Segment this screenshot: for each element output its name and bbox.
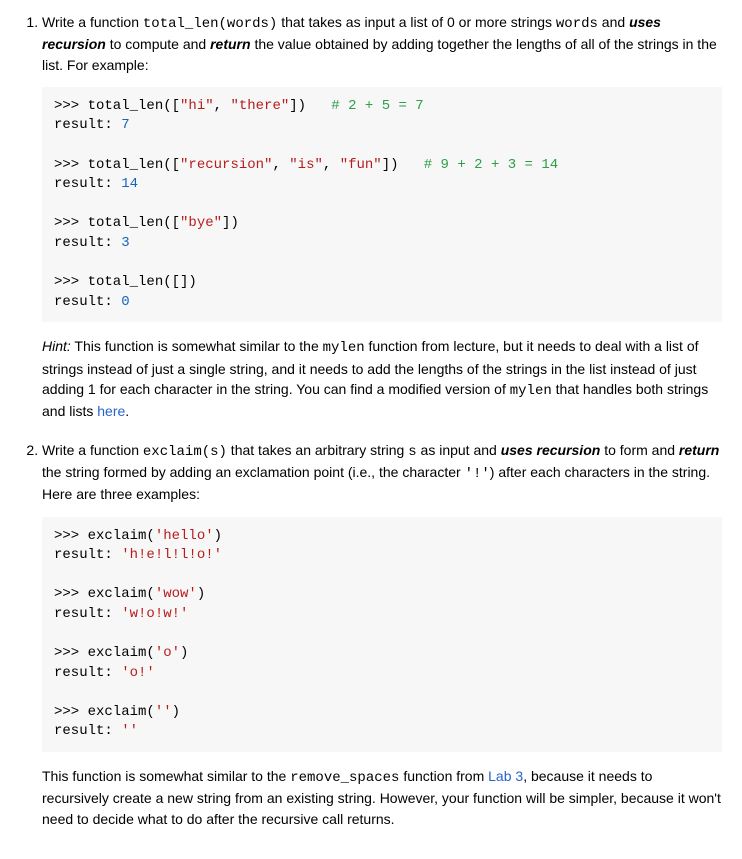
code-text: result: xyxy=(54,606,121,622)
number-literal: 7 xyxy=(121,117,129,133)
fn-signature: total_len(words) xyxy=(143,16,277,32)
question-2: Write a function exclaim(s) that takes a… xyxy=(42,440,722,829)
code-text: , xyxy=(272,157,289,173)
code-text: ]) xyxy=(289,98,306,114)
code-text: >>> exclaim( xyxy=(54,586,155,602)
string-literal: '' xyxy=(155,704,172,720)
text: that takes an arbitrary string xyxy=(227,442,408,458)
q1-intro: Write a function total_len(words) that t… xyxy=(42,12,722,75)
emphasis: return xyxy=(679,442,719,458)
fn-name: remove_spaces xyxy=(290,770,399,786)
question-1: Write a function total_len(words) that t… xyxy=(42,12,722,422)
code-text: result: xyxy=(54,665,121,681)
string-literal: "recursion" xyxy=(180,157,272,173)
code-text: , xyxy=(214,98,231,114)
question-list: Write a function total_len(words) that t… xyxy=(20,12,722,829)
code-text: >>> total_len([ xyxy=(54,157,180,173)
code-text: ) xyxy=(214,528,222,544)
code-text: >>> exclaim( xyxy=(54,528,155,544)
number-literal: 14 xyxy=(121,176,138,192)
q2-code-block: >>> exclaim('hello') result: 'h!e!l!l!o!… xyxy=(42,517,722,753)
text: to form and xyxy=(600,442,679,458)
code-text: ) xyxy=(197,586,205,602)
string-literal: 'hello' xyxy=(155,528,214,544)
text: This function is somewhat similar to the xyxy=(42,768,290,784)
number-literal: 0 xyxy=(121,294,129,310)
code-text: ]) xyxy=(222,215,239,231)
comment: # 2 + 5 = 7 xyxy=(331,98,423,114)
q1-hint: Hint: This function is somewhat similar … xyxy=(42,336,722,421)
code-text: ]) xyxy=(382,157,399,173)
code-text: result: xyxy=(54,176,121,192)
link-here[interactable]: here xyxy=(97,403,125,419)
code-text xyxy=(399,157,424,173)
code-text: >>> exclaim( xyxy=(54,645,155,661)
result-value: 'o!' xyxy=(121,665,155,681)
hint-label: Hint: xyxy=(42,338,71,354)
q2-outro: This function is somewhat similar to the… xyxy=(42,766,722,829)
text: and xyxy=(598,14,629,30)
emphasis: uses recursion xyxy=(501,442,601,458)
text: This function is somewhat similar to the xyxy=(71,338,323,354)
string-literal: 'wow' xyxy=(155,586,197,602)
code-text: result: xyxy=(54,235,121,251)
string-literal: "is" xyxy=(289,157,323,173)
char-literal: '!' xyxy=(465,466,490,482)
fn-name: mylen xyxy=(323,340,365,356)
text: Write a function xyxy=(42,14,143,30)
param-name: words xyxy=(556,16,598,32)
string-literal: "bye" xyxy=(180,215,222,231)
text: that takes as input a list of 0 or more … xyxy=(277,14,556,30)
code-text: result: xyxy=(54,723,121,739)
comment: # 9 + 2 + 3 = 14 xyxy=(424,157,558,173)
number-literal: 3 xyxy=(121,235,129,251)
param-name: s xyxy=(408,444,416,460)
text: function from xyxy=(399,768,488,784)
emphasis: return xyxy=(210,36,250,52)
code-text: result: xyxy=(54,117,121,133)
text: to compute and xyxy=(106,36,210,52)
text: the string formed by adding an exclamati… xyxy=(42,464,465,480)
fn-name: mylen xyxy=(510,383,552,399)
code-text: ) xyxy=(180,645,188,661)
code-text: >>> total_len([ xyxy=(54,215,180,231)
q1-code-block: >>> total_len(["hi", "there"]) # 2 + 5 =… xyxy=(42,87,722,323)
string-literal: "there" xyxy=(230,98,289,114)
code-text: >>> total_len([ xyxy=(54,98,180,114)
code-text: >>> exclaim( xyxy=(54,704,155,720)
fn-signature: exclaim(s) xyxy=(143,444,227,460)
text: Write a function xyxy=(42,442,143,458)
link-lab3[interactable]: Lab 3 xyxy=(488,768,523,784)
text: . xyxy=(125,403,129,419)
code-text: ) xyxy=(172,704,180,720)
code-text: result: xyxy=(54,547,121,563)
q2-intro: Write a function exclaim(s) that takes a… xyxy=(42,440,722,505)
code-text: >>> total_len([]) xyxy=(54,274,197,290)
string-literal: "fun" xyxy=(340,157,382,173)
text: as input and xyxy=(417,442,501,458)
result-value: 'h!e!l!l!o!' xyxy=(121,547,222,563)
string-literal: "hi" xyxy=(180,98,214,114)
result-value: 'w!o!w!' xyxy=(121,606,188,622)
code-text: result: xyxy=(54,294,121,310)
result-value: '' xyxy=(121,723,138,739)
code-text xyxy=(306,98,331,114)
string-literal: 'o' xyxy=(155,645,180,661)
code-text: , xyxy=(323,157,340,173)
